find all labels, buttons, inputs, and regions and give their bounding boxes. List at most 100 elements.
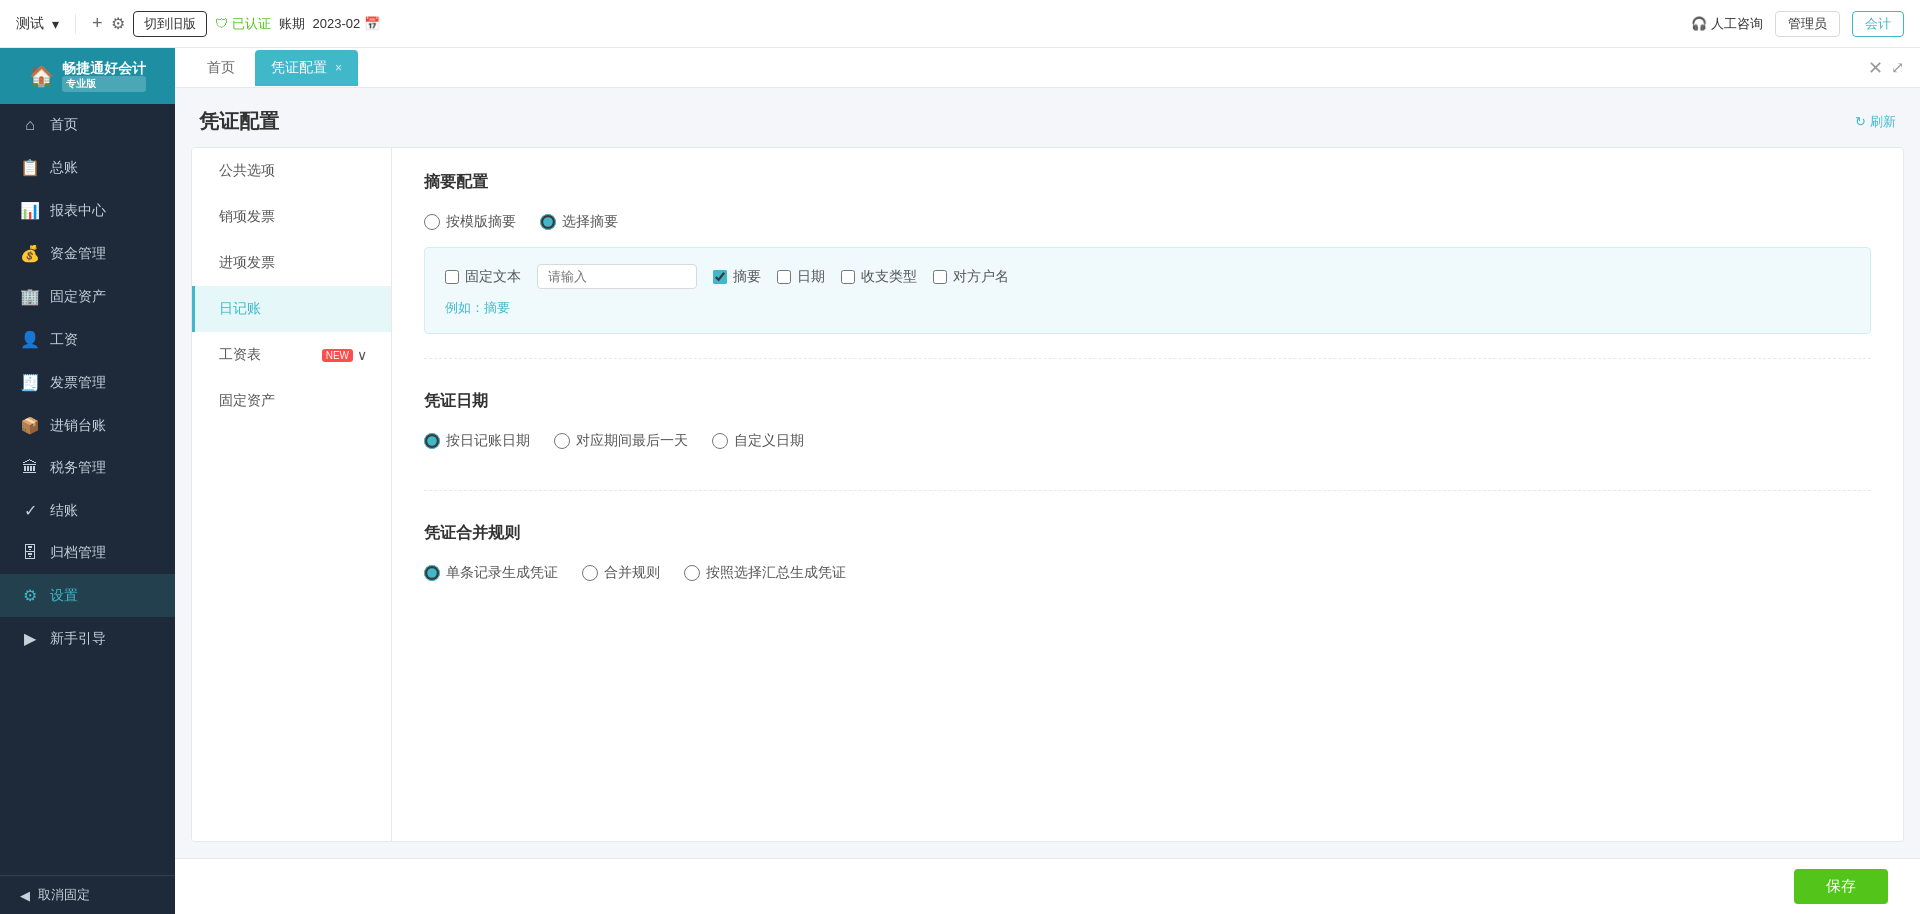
radio-custom-date-input[interactable] <box>712 433 728 449</box>
page-header: 凭证配置 ↻ 刷新 <box>175 88 1920 147</box>
add-button[interactable]: + <box>92 13 103 34</box>
checkbox-counterparty[interactable]: 对方户名 <box>933 268 1009 286</box>
summary-options-box: 固定文本 摘要 日期 <box>424 247 1871 334</box>
radio-selected-summary-input[interactable] <box>684 565 700 581</box>
capital-icon: 💰 <box>20 244 40 263</box>
logo-text: 畅捷通好会计 <box>62 60 146 77</box>
payment-type-checkbox[interactable] <box>841 270 855 284</box>
summary-checkbox[interactable] <box>713 270 727 284</box>
sidebar-item-ledger[interactable]: 📋 总账 <box>0 146 175 189</box>
sidebar-item-settings[interactable]: ⚙ 设置 <box>0 574 175 617</box>
assets-icon: 🏢 <box>20 287 40 306</box>
calendar-icon[interactable]: 📅 <box>364 16 380 31</box>
save-button[interactable]: 保存 <box>1794 869 1888 904</box>
page-content: 凭证配置 ↻ 刷新 公共选项 销项发票 进项发票 <box>175 88 1920 914</box>
report-icon: 📊 <box>20 201 40 220</box>
sidebar-item-assets[interactable]: 🏢 固定资产 <box>0 275 175 318</box>
sidebar-item-report[interactable]: 📊 报表中心 <box>0 189 175 232</box>
tab-voucher-config[interactable]: 凭证配置 × <box>255 50 358 86</box>
wage-icon: 👤 <box>20 330 40 349</box>
cancel-fixed-button[interactable]: ◀ 取消固定 <box>0 875 175 914</box>
sidebar-label-settings: 设置 <box>50 587 78 605</box>
config-layout: 公共选项 销项发票 进项发票 日记账 工资表 <box>191 147 1904 842</box>
config-nav-sales-invoice[interactable]: 销项发票 <box>192 194 391 240</box>
closing-icon: ✓ <box>20 501 40 520</box>
sidebar-item-invoice[interactable]: 🧾 发票管理 <box>0 361 175 404</box>
payroll-nav-row: 工资表 NEW ∨ <box>219 346 367 364</box>
merge-radio-group: 单条记录生成凭证 合并规则 按照选择汇总生成凭证 <box>424 564 1871 582</box>
sidebar-label-assets: 固定资产 <box>50 288 106 306</box>
bottom-bar: 保存 <box>175 858 1920 914</box>
top-bar: 测试 ▾ + ⚙ 切到旧版 🛡 已认证 账期 2023-02 📅 🎧 人工咨询 … <box>0 0 1920 48</box>
manager-button[interactable]: 管理员 <box>1775 11 1840 37</box>
tab-close-icon[interactable]: × <box>335 61 342 75</box>
sidebar-item-home[interactable]: ⌂ 首页 <box>0 104 175 146</box>
radio-merge-rules[interactable]: 合并规则 <box>582 564 660 582</box>
divider <box>75 14 76 34</box>
company-selector[interactable]: 测试 ▾ <box>16 15 59 33</box>
dropdown-icon[interactable]: ▾ <box>52 16 59 32</box>
settings-button[interactable]: ⚙ <box>111 14 125 33</box>
config-nav-fixed-assets[interactable]: 固定资产 <box>192 378 391 424</box>
radio-journal-date[interactable]: 按日记账日期 <box>424 432 530 450</box>
radio-period-last-input[interactable] <box>554 433 570 449</box>
sidebar-item-wage[interactable]: 👤 工资 <box>0 318 175 361</box>
sidebar-scroll: ⌂ 首页 📋 总账 📊 报表中心 💰 资金管理 🏢 固定资产 👤 工资 <box>0 104 175 875</box>
sidebar-item-archive[interactable]: 🗄 归档管理 <box>0 532 175 574</box>
radio-single[interactable]: 单条记录生成凭证 <box>424 564 558 582</box>
window-close-button[interactable]: ✕ <box>1868 57 1883 79</box>
sales-icon: 📦 <box>20 416 40 435</box>
radio-select-input[interactable] <box>540 214 556 230</box>
radio-merge-rules-input[interactable] <box>582 565 598 581</box>
summary-options-row: 固定文本 摘要 日期 <box>445 264 1850 289</box>
config-main: 摘要配置 按模版摘要 选择摘要 <box>392 148 1903 841</box>
date-radio-group: 按日记账日期 对应期间最后一天 自定义日期 <box>424 432 1871 450</box>
tab-home[interactable]: 首页 <box>191 50 251 86</box>
window-expand-button[interactable]: ⤢ <box>1891 58 1904 77</box>
radio-single-input[interactable] <box>424 565 440 581</box>
checkbox-fixed-text[interactable]: 固定文本 <box>445 268 521 286</box>
radio-template-summary[interactable]: 按模版摘要 <box>424 213 516 231</box>
guide-icon: ▶ <box>20 629 40 648</box>
radio-journal-date-input[interactable] <box>424 433 440 449</box>
sidebar-item-closing[interactable]: ✓ 结账 <box>0 489 175 532</box>
refresh-button[interactable]: ↻ 刷新 <box>1855 113 1896 131</box>
config-nav-public[interactable]: 公共选项 <box>192 148 391 194</box>
switch-old-button[interactable]: 切到旧版 <box>133 11 207 37</box>
sidebar-item-guide[interactable]: ▶ 新手引导 <box>0 617 175 660</box>
radio-custom-date[interactable]: 自定义日期 <box>712 432 804 450</box>
content-area: 首页 凭证配置 × ✕ ⤢ 凭证配置 ↻ 刷新 <box>175 48 1920 914</box>
date-checkbox[interactable] <box>777 270 791 284</box>
sidebar-label-wage: 工资 <box>50 331 78 349</box>
sidebar-label-closing: 结账 <box>50 502 78 520</box>
radio-template-input[interactable] <box>424 214 440 230</box>
fixed-text-checkbox[interactable] <box>445 270 459 284</box>
sidebar-label-home: 首页 <box>50 116 78 134</box>
checkbox-payment-type[interactable]: 收支类型 <box>841 268 917 286</box>
sidebar-label-capital: 资金管理 <box>50 245 106 263</box>
checkbox-summary[interactable]: 摘要 <box>713 268 761 286</box>
new-badge: NEW <box>322 349 353 362</box>
fixed-text-input[interactable] <box>537 264 697 289</box>
pin-icon: ◀ <box>20 888 30 903</box>
config-nav-purchase-invoice[interactable]: 进项发票 <box>192 240 391 286</box>
tax-icon: 🏛 <box>20 459 40 477</box>
sidebar-item-capital[interactable]: 💰 资金管理 <box>0 232 175 275</box>
radio-selected-summary[interactable]: 按照选择汇总生成凭证 <box>684 564 846 582</box>
counterparty-checkbox[interactable] <box>933 270 947 284</box>
sidebar-item-tax[interactable]: 🏛 税务管理 <box>0 447 175 489</box>
checkbox-date[interactable]: 日期 <box>777 268 825 286</box>
config-nav-payroll[interactable]: 工资表 NEW ∨ <box>192 332 391 378</box>
accountant-button[interactable]: 会计 <box>1852 11 1904 37</box>
merge-title: 凭证合并规则 <box>424 523 1871 544</box>
config-nav-journal[interactable]: 日记账 <box>192 286 391 332</box>
sidebar-item-sales[interactable]: 📦 进销台账 <box>0 404 175 447</box>
settings-icon: ⚙ <box>20 586 40 605</box>
consult-button[interactable]: 🎧 人工咨询 <box>1691 15 1763 33</box>
expand-icon[interactable]: ∨ <box>357 347 367 363</box>
sidebar: 🏠 畅捷通好会计 专业版 ⌂ 首页 📋 总账 📊 报表中心 💰 资金管理 <box>0 48 175 914</box>
edition-badge: 专业版 <box>62 76 146 92</box>
radio-select-summary[interactable]: 选择摘要 <box>540 213 618 231</box>
radio-period-last[interactable]: 对应期间最后一天 <box>554 432 688 450</box>
sidebar-label-tax: 税务管理 <box>50 459 106 477</box>
